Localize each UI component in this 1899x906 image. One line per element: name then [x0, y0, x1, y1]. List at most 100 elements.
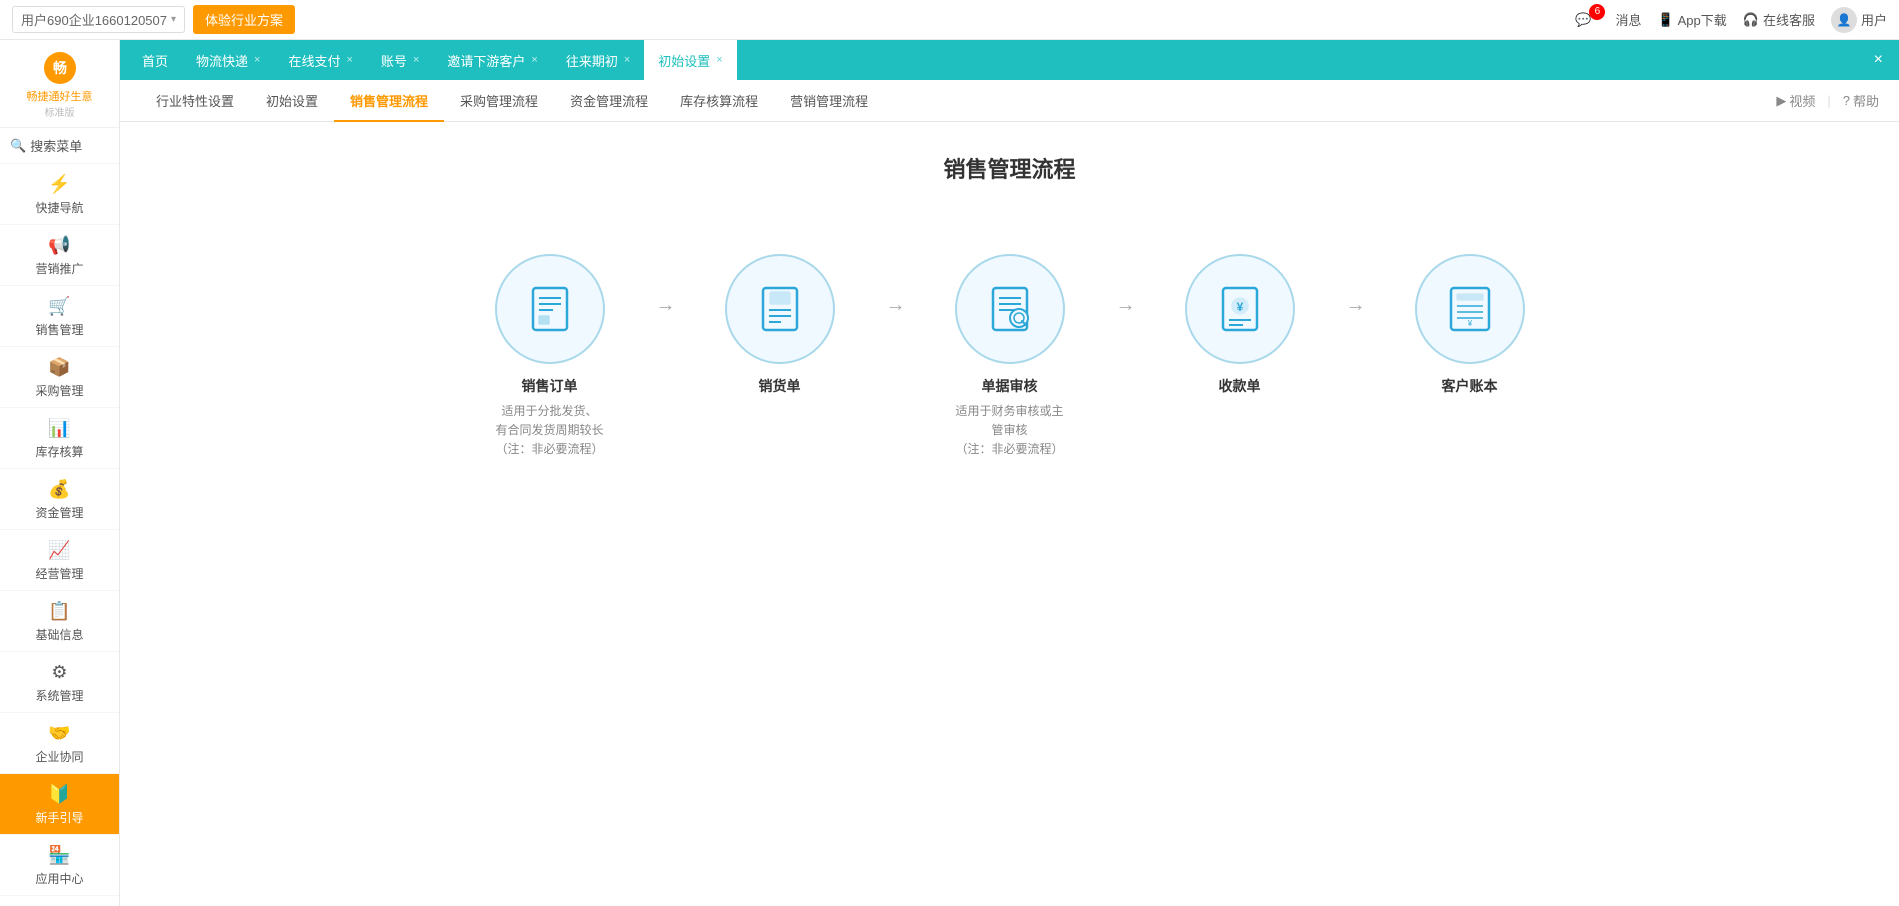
- top-bar-left: 用户690企业1660120507 ▾ 体验行业方案: [12, 5, 295, 34]
- step-label: 单据审核: [982, 376, 1038, 396]
- online-service-item[interactable]: 🎧 在线客服: [1743, 10, 1815, 29]
- sidebar-item-label: 销售管理: [35, 321, 83, 338]
- sidebar-item-label: 库存核算: [35, 443, 83, 460]
- nav-item-init[interactable]: 初始设置 ×: [644, 40, 736, 80]
- sidebar-item-sales[interactable]: 🛒 销售管理: [0, 286, 119, 347]
- nav-item-invite[interactable]: 邀请下游客户 ×: [433, 40, 551, 80]
- nav-item-period[interactable]: 往来期初 ×: [552, 40, 644, 80]
- company-selector[interactable]: 用户690企业1660120507 ▾: [12, 6, 185, 33]
- chevron-down-icon: ▾: [171, 14, 176, 25]
- init-label: 初始设置: [658, 51, 710, 70]
- sidebar-logo: 畅 畅捷通好生意 标准版: [0, 40, 119, 128]
- step-desc: 适用于财务审核或主管审核（注：非必要流程）: [955, 402, 1063, 460]
- flow-circle-shipment: [725, 254, 835, 364]
- nav-item-payment[interactable]: 在线支付 ×: [274, 40, 366, 80]
- subtab-initial[interactable]: 初始设置: [250, 80, 334, 122]
- nav-item-logistics[interactable]: 物流快递 ×: [182, 40, 274, 80]
- nav-item-account[interactable]: 账号 ×: [367, 40, 433, 80]
- sidebar-item-newbie[interactable]: 🔰 新手引导: [0, 774, 119, 835]
- logo-text: 畅捷通好生意: [27, 88, 93, 104]
- search-label: 搜索菜单: [30, 136, 82, 155]
- help-link[interactable]: ? 帮助: [1843, 91, 1879, 110]
- sidebar-item-system[interactable]: ⚙ 系统管理: [0, 652, 119, 713]
- sidebar-item-business[interactable]: 📈 经营管理: [0, 530, 119, 591]
- system-icon: ⚙: [51, 662, 67, 683]
- user-avatar-item[interactable]: 👤 用户: [1831, 7, 1887, 33]
- flow-step-receipt[interactable]: ¥ 收款单: [1150, 254, 1330, 402]
- logo-sub: 标准版: [45, 104, 75, 119]
- app-download-label: App下载: [1678, 10, 1727, 29]
- subtab-inventory-flow[interactable]: 库存核算流程: [664, 80, 774, 122]
- flow-step-ledger[interactable]: ¥ 客户账本: [1380, 254, 1560, 402]
- flow-step-review[interactable]: 单据审核 适用于财务审核或主管审核（注：非必要流程）: [920, 254, 1100, 460]
- flow-circle-receipt: ¥: [1185, 254, 1295, 364]
- flow-step-sales-order[interactable]: 销售订单 适用于分批发货、有合同发货周期较长（注：非必要流程）: [460, 254, 640, 460]
- finance-icon: 💰: [48, 479, 70, 500]
- subtab-label: 初始设置: [266, 91, 318, 110]
- close-icon[interactable]: ×: [531, 54, 537, 66]
- sales-order-icon: [523, 282, 577, 336]
- close-icon[interactable]: ×: [716, 54, 722, 66]
- help-label: 帮助: [1853, 91, 1879, 110]
- sidebar: 畅 畅捷通好生意 标准版 🔍 搜索菜单 ⚡ 快捷导航 📢 营销推广 🛒 销售管理…: [0, 40, 120, 906]
- video-icon: ▶: [1776, 93, 1786, 109]
- subtab-industry[interactable]: 行业特性设置: [140, 80, 250, 122]
- flow-arrow-1: →: [640, 254, 690, 317]
- sidebar-item-wechat[interactable]: 💬 企业微信: [0, 896, 119, 906]
- sidebar-item-label: 快捷导航: [35, 199, 83, 216]
- sidebar-search[interactable]: 🔍 搜索菜单: [0, 128, 119, 164]
- nav-item-home[interactable]: 首页: [128, 40, 182, 80]
- subtab-label: 采购管理流程: [460, 91, 538, 110]
- company-name: 用户690企业1660120507: [21, 10, 167, 29]
- svg-text:畅: 畅: [53, 60, 67, 76]
- sidebar-item-purchase[interactable]: 📦 采购管理: [0, 347, 119, 408]
- top-bar: 用户690企业1660120507 ▾ 体验行业方案 💬 6 消息 📱 App下…: [0, 0, 1899, 40]
- close-icon[interactable]: ×: [624, 54, 630, 66]
- subtab-sales-flow[interactable]: 销售管理流程: [334, 80, 444, 122]
- sidebar-item-quick-nav[interactable]: ⚡ 快捷导航: [0, 164, 119, 225]
- step-label: 客户账本: [1442, 376, 1498, 396]
- flow-arrow-4: →: [1330, 254, 1380, 317]
- message-icon-item[interactable]: 💬 6 消息: [1575, 10, 1641, 29]
- collab-icon: 🤝: [48, 723, 70, 744]
- period-label: 往来期初: [566, 51, 618, 70]
- close-icon[interactable]: ×: [413, 54, 419, 66]
- experience-button[interactable]: 体验行业方案: [193, 5, 295, 34]
- account-label: 账号: [381, 51, 407, 70]
- subtabs-right: ▶ 视频 | ? 帮助: [1776, 91, 1879, 110]
- subtab-finance-flow[interactable]: 资金管理流程: [554, 80, 664, 122]
- user-label: 用户: [1861, 10, 1887, 29]
- close-all-button[interactable]: ×: [1866, 51, 1891, 69]
- appstore-icon: 🏪: [48, 845, 70, 866]
- flow-circle-ledger: ¥: [1415, 254, 1525, 364]
- newbie-icon: 🔰: [48, 784, 70, 805]
- sidebar-item-inventory[interactable]: 📊 库存核算: [0, 408, 119, 469]
- app-download-item[interactable]: 📱 App下载: [1657, 10, 1726, 29]
- step-label: 销售订单: [522, 376, 578, 396]
- sidebar-item-collab[interactable]: 🤝 企业协同: [0, 713, 119, 774]
- business-icon: 📈: [48, 540, 70, 561]
- quick-nav-icon: ⚡: [48, 174, 70, 195]
- subtab-purchase-flow[interactable]: 采购管理流程: [444, 80, 554, 122]
- step-desc: 适用于分批发货、有合同发货周期较长（注：非必要流程）: [495, 402, 603, 460]
- payment-label: 在线支付: [288, 51, 340, 70]
- close-icon[interactable]: ×: [346, 54, 352, 66]
- sidebar-item-finance[interactable]: 💰 资金管理: [0, 469, 119, 530]
- sidebar-item-label: 企业协同: [35, 748, 83, 765]
- sidebar-item-marketing[interactable]: 📢 营销推广: [0, 225, 119, 286]
- divider: |: [1827, 93, 1830, 108]
- main: 首页 物流快递 × 在线支付 × 账号 × 邀请下游客户 × 往来期初 ×: [120, 40, 1899, 906]
- video-link[interactable]: ▶ 视频: [1776, 91, 1815, 110]
- sidebar-item-appstore[interactable]: 🏪 应用中心: [0, 835, 119, 896]
- sidebar-item-basic[interactable]: 📋 基础信息: [0, 591, 119, 652]
- close-icon[interactable]: ×: [254, 54, 260, 66]
- shipment-icon: [753, 282, 807, 336]
- headset-icon: 🎧: [1743, 12, 1759, 28]
- subtab-marketing-flow[interactable]: 营销管理流程: [774, 80, 884, 122]
- flow-step-shipment[interactable]: 销货单: [690, 254, 870, 402]
- flow-diagram: 销售订单 适用于分批发货、有合同发货周期较长（注：非必要流程） →: [140, 234, 1879, 480]
- app-icon: 📱: [1657, 12, 1673, 28]
- receipt-icon: ¥: [1213, 282, 1267, 336]
- step-label: 收款单: [1219, 376, 1261, 396]
- invite-label: 邀请下游客户: [447, 51, 525, 70]
